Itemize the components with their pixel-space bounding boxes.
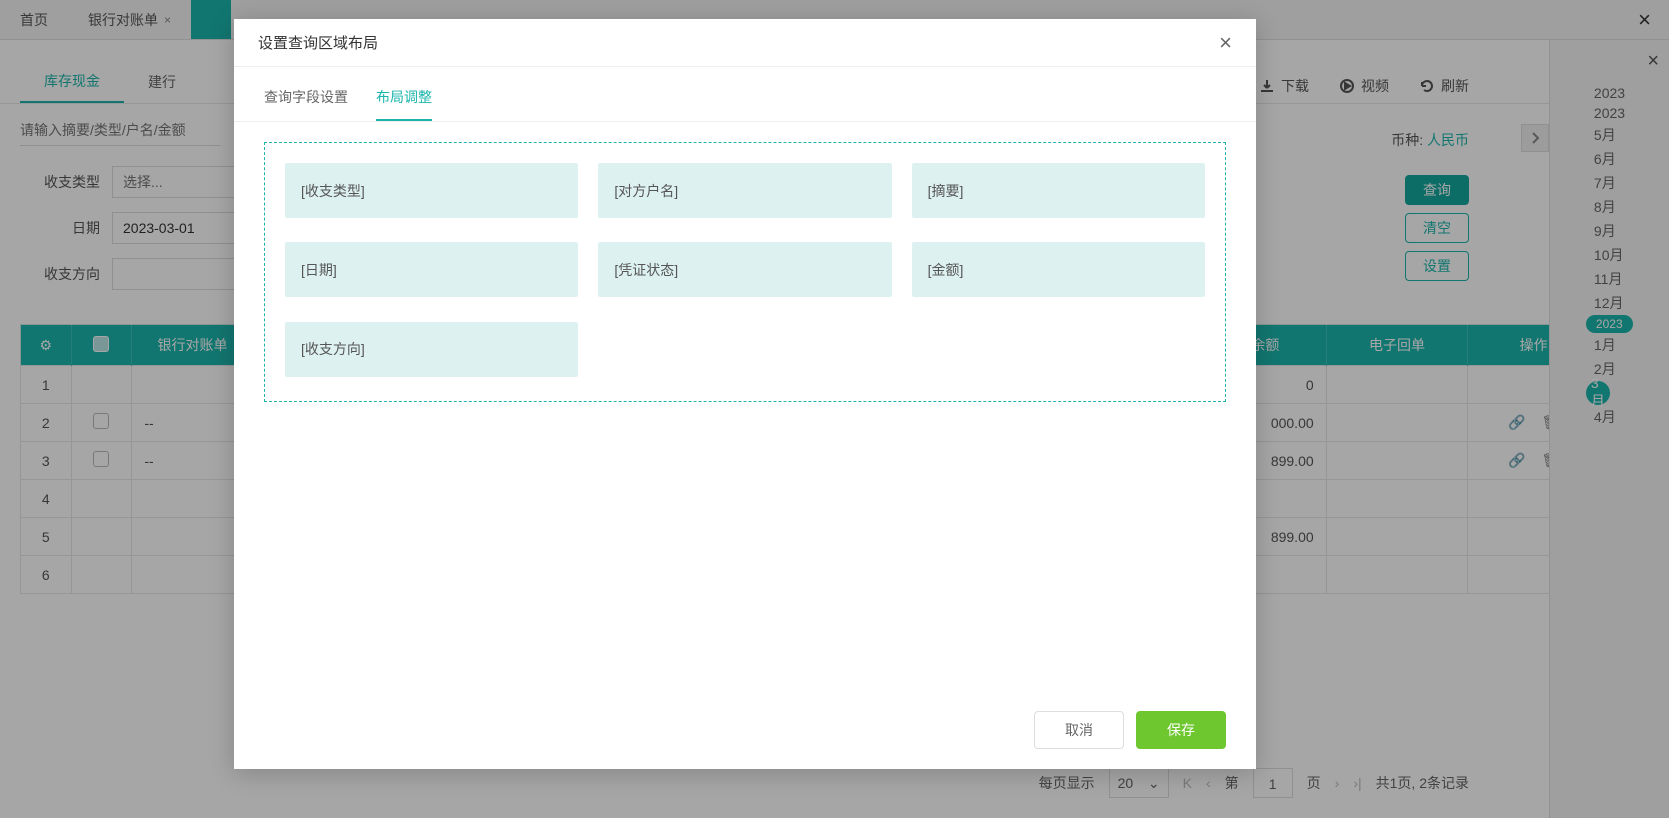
save-button[interactable]: 保存 xyxy=(1136,711,1226,749)
layout-drop-zone[interactable]: [收支类型] [对方户名] [摘要] [日期] [凭证状态] [金额] [收支方向] xyxy=(264,142,1226,402)
modal-close-icon[interactable]: × xyxy=(1219,30,1232,56)
layout-field-item[interactable]: [收支方向] xyxy=(285,322,578,377)
layout-field-item[interactable]: [日期] xyxy=(285,242,578,297)
modal-title: 设置查询区域布局 xyxy=(258,32,378,53)
layout-field-item[interactable]: [摘要] xyxy=(912,163,1205,218)
layout-field-item[interactable]: [凭证状态] xyxy=(598,242,891,297)
modal-tab-fields[interactable]: 查询字段设置 xyxy=(264,87,348,121)
modal-tab-layout[interactable]: 布局调整 xyxy=(376,87,432,121)
layout-field-item[interactable]: [收支类型] xyxy=(285,163,578,218)
cancel-button[interactable]: 取消 xyxy=(1034,711,1124,749)
layout-field-item[interactable]: [金额] xyxy=(912,242,1205,297)
layout-settings-modal: 设置查询区域布局 × 查询字段设置 布局调整 [收支类型][对方户名][摘要][… xyxy=(234,19,1256,769)
layout-field-item[interactable]: [对方户名] xyxy=(598,163,891,218)
